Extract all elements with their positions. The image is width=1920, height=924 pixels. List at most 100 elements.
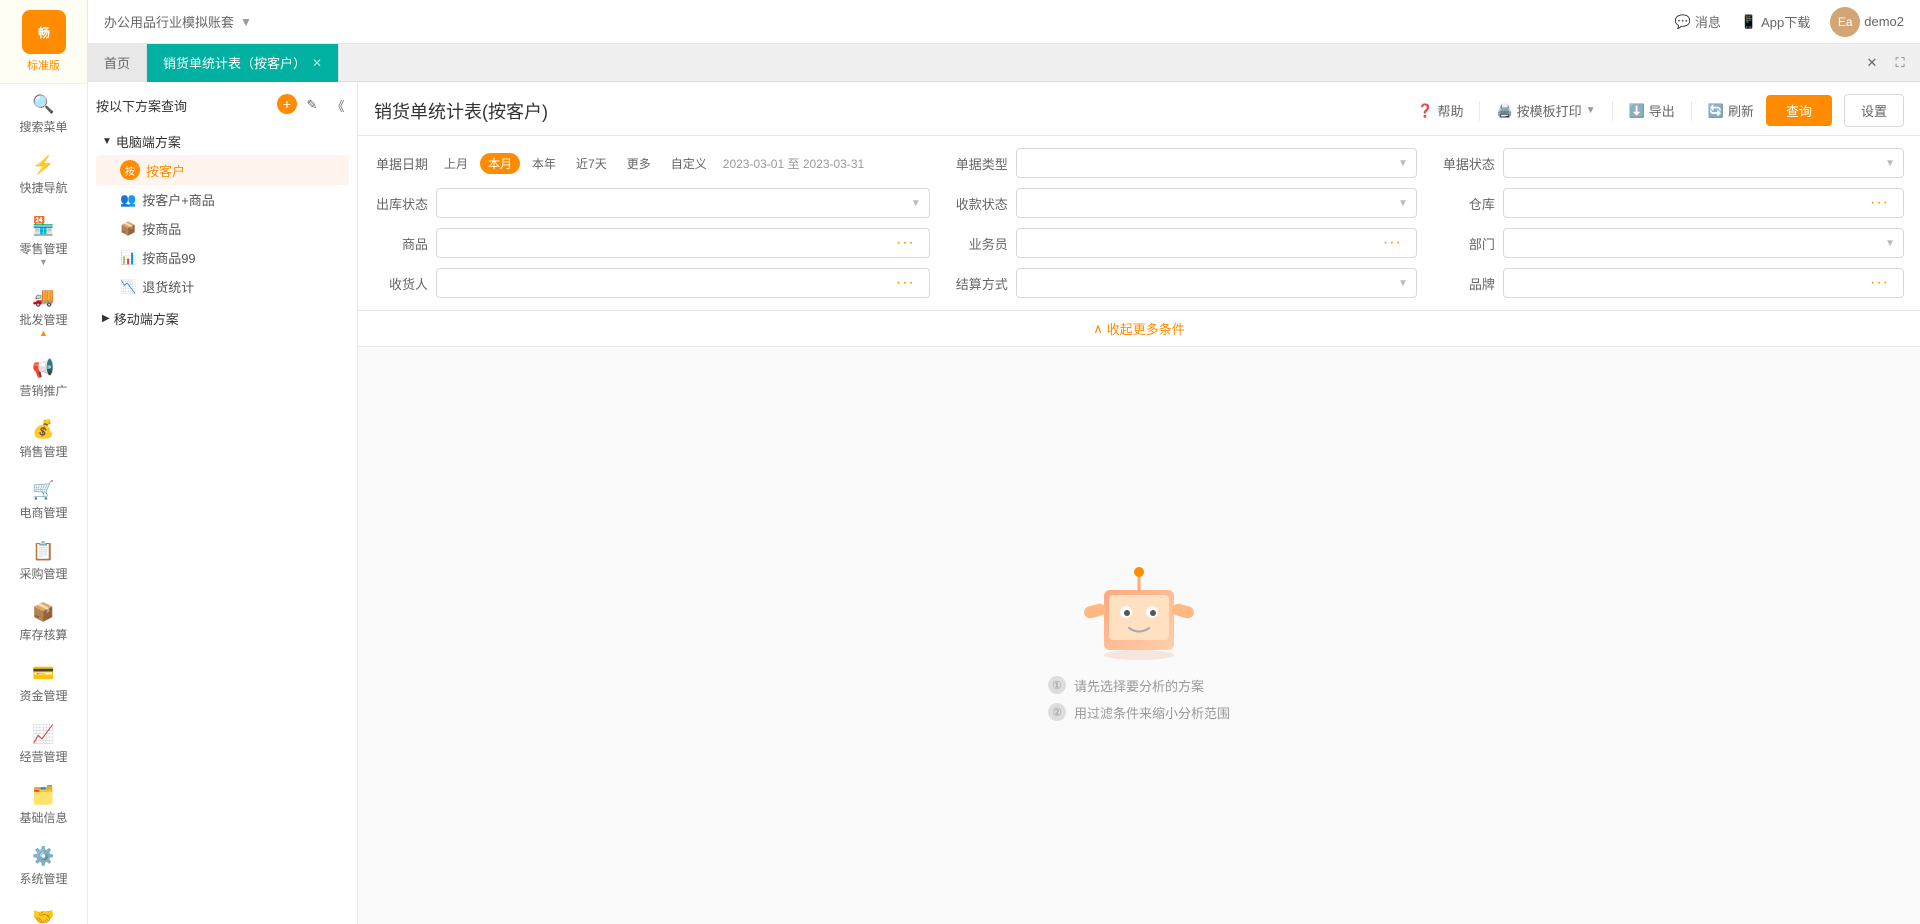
dropdown-arrow: ▼ xyxy=(240,15,252,29)
scheme-item-label: 退货统计 xyxy=(142,277,194,296)
collapse-more-bar[interactable]: ∧ 收起更多条件 xyxy=(358,311,1920,347)
salesman-label: 业务员 xyxy=(954,234,1008,253)
date-tab-this-month[interactable]: 本月 xyxy=(480,153,520,174)
sidebar-item-system[interactable]: ⚙️ 系统管理 xyxy=(0,836,87,897)
goods-dots[interactable]: ··· xyxy=(890,234,921,252)
tab-close-icon[interactable]: ✕ xyxy=(312,56,322,70)
order-type-arrow: ▼ xyxy=(1398,158,1408,169)
salesman-select[interactable]: ··· xyxy=(1016,228,1417,258)
settings-button[interactable]: 设置 xyxy=(1844,94,1904,127)
tab-close-button[interactable]: ✕ xyxy=(1860,51,1884,75)
retail-arrow: ▼ xyxy=(39,257,48,267)
sidebar-item-finance[interactable]: 💳 资金管理 xyxy=(0,653,87,714)
scheme-item-return-stats[interactable]: 📉 退货统计 xyxy=(96,272,349,301)
collect-status-select[interactable]: ▼ xyxy=(1016,188,1417,218)
sidebar-item-ecommerce[interactable]: 🛒 电商管理 xyxy=(0,470,87,531)
tab-home[interactable]: 首页 xyxy=(88,44,147,82)
brand-select[interactable]: ··· xyxy=(1503,268,1904,298)
filter-panel-actions: + ✎ 《 xyxy=(277,94,349,116)
print-arrow: ▼ xyxy=(1586,105,1596,116)
goods-select[interactable]: ··· xyxy=(436,228,930,258)
tab-sales-stats-label: 销货单统计表（按客户） xyxy=(163,53,306,72)
department-select[interactable]: ▼ xyxy=(1503,228,1904,258)
brand-filter-item: 品牌 ··· xyxy=(1441,268,1904,298)
search-icon: 🔍 xyxy=(32,94,54,115)
empty-hint-2: ② 用过滤条件来缩小分析范围 xyxy=(1048,703,1230,722)
top-header: 办公用品行业模拟账套 ▼ 💬 消息 📱 App下载 Ea demo2 xyxy=(88,0,1920,44)
quick-nav-icon: ⚡ xyxy=(32,155,54,176)
sidebar-item-marketing[interactable]: 📢 营销推广 xyxy=(0,348,87,409)
warehouse-dots[interactable]: ··· xyxy=(1864,194,1895,212)
date-tab-last-month[interactable]: 上月 xyxy=(436,153,476,174)
goods-icon: 📦 xyxy=(120,221,136,237)
goods-label: 商品 xyxy=(374,234,428,253)
refresh-button[interactable]: 🔄 刷新 xyxy=(1708,101,1754,120)
print-button[interactable]: 🖨️ 按模板打印 ▼ xyxy=(1496,101,1595,120)
scheme-group-mobile-title[interactable]: ▶ 移动端方案 xyxy=(96,305,349,332)
export-button[interactable]: ⬇️ 导出 xyxy=(1629,101,1675,120)
warehouse-select[interactable]: ··· xyxy=(1503,188,1904,218)
department-label: 部门 xyxy=(1441,234,1495,253)
order-status-select[interactable]: ▼ xyxy=(1503,148,1904,178)
date-filter-item: 单据日期 上月 本月 本年 近7天 更多 自定义 2023-03-01 至 20… xyxy=(374,153,930,174)
sidebar-item-sales[interactable]: 💰 销售管理 xyxy=(0,409,87,470)
settlement-select[interactable]: ▼ xyxy=(1016,268,1417,298)
page-header: 销货单统计表(按客户) ❓ 帮助 🖨️ 按模板打印 ▼ ⬇️ xyxy=(358,82,1920,136)
date-tab-more[interactable]: 更多 xyxy=(619,153,659,174)
sidebar-item-inventory[interactable]: 📦 库存核算 xyxy=(0,592,87,653)
sidebar-item-operation[interactable]: 📈 经营管理 xyxy=(0,714,87,775)
message-icon: 💬 xyxy=(1675,14,1691,30)
finance-icon: 💳 xyxy=(32,663,54,684)
app-logo: 畅 标准版 xyxy=(0,0,87,84)
scheme-item-by-goods99[interactable]: 📊 按商品99 xyxy=(96,243,349,272)
group-label-mobile: 移动端方案 xyxy=(114,309,179,328)
settlement-arrow: ▼ xyxy=(1398,278,1408,289)
industry-selector[interactable]: 办公用品行业模拟账套 ▼ xyxy=(104,12,252,31)
date-tab-7days[interactable]: 近7天 xyxy=(568,153,615,174)
divider2 xyxy=(1612,101,1613,121)
receiver-select[interactable]: ··· xyxy=(436,268,930,298)
sidebar-item-basic[interactable]: 🗂️ 基础信息 xyxy=(0,775,87,836)
scheme-group-desktop-title[interactable]: ▼ 电脑端方案 xyxy=(96,128,349,155)
scheme-item-by-goods[interactable]: 📦 按商品 xyxy=(96,214,349,243)
retail-icon: 🏪 xyxy=(32,216,54,237)
tab-expand-button[interactable]: ⛶ xyxy=(1888,51,1912,75)
svg-text:畅: 畅 xyxy=(37,25,49,40)
logo-text: 标准版 xyxy=(27,57,60,73)
tab-sales-stats[interactable]: 销货单统计表（按客户） ✕ xyxy=(147,44,339,82)
purchase-icon: 📋 xyxy=(32,541,54,562)
salesman-dots[interactable]: ··· xyxy=(1377,234,1408,252)
collapse-label: 收起更多条件 xyxy=(1107,319,1185,338)
hint-num-1: ① xyxy=(1048,676,1066,694)
empty-hint-1: ① 请先选择要分析的方案 xyxy=(1048,676,1204,695)
brand-dots[interactable]: ··· xyxy=(1864,274,1895,292)
sidebar-item-quick-nav[interactable]: ⚡ 快捷导航 xyxy=(0,145,87,206)
add-scheme-button[interactable]: + xyxy=(277,94,297,114)
expand-arrow-mobile: ▶ xyxy=(102,313,110,324)
enterprise-icon: 🤝 xyxy=(32,907,54,924)
scheme-item-by-customer-goods[interactable]: 👥 按客户+商品 xyxy=(96,185,349,214)
scheme-item-by-customer[interactable]: 按 按客户 xyxy=(96,155,349,185)
main-area: 办公用品行业模拟账套 ▼ 💬 消息 📱 App下载 Ea demo2 首页 xyxy=(88,0,1920,924)
receiver-dots[interactable]: ··· xyxy=(890,274,921,292)
date-tab-this-year[interactable]: 本年 xyxy=(524,153,564,174)
sidebar-item-search[interactable]: 🔍 搜索菜单 xyxy=(0,84,87,145)
collapse-panel-button[interactable]: 《 xyxy=(327,94,349,116)
sidebar-item-enterprise[interactable]: 🤝 企业协同 xyxy=(0,897,87,924)
order-type-select[interactable]: ▼ xyxy=(1016,148,1417,178)
help-button[interactable]: ❓ 帮助 xyxy=(1417,101,1463,120)
sidebar-item-retail[interactable]: 🏪 零售管理 ▼ xyxy=(0,206,87,277)
query-button[interactable]: 查询 xyxy=(1766,95,1832,126)
user-profile[interactable]: Ea demo2 xyxy=(1830,7,1904,37)
message-button[interactable]: 💬 消息 xyxy=(1675,12,1721,31)
date-label: 单据日期 xyxy=(374,154,428,173)
order-type-filter-item: 单据类型 ▼ xyxy=(954,148,1417,178)
app-download-button[interactable]: 📱 App下载 xyxy=(1741,12,1810,31)
edit-scheme-button[interactable]: ✎ xyxy=(301,94,323,116)
scheme-item-label: 按客户 xyxy=(146,161,185,180)
sidebar-item-wholesale[interactable]: 🚚 批发管理 ▲ xyxy=(0,277,87,348)
inventory-icon: 📦 xyxy=(32,602,54,623)
date-tab-custom[interactable]: 自定义 xyxy=(663,153,715,174)
out-status-select[interactable]: ▼ xyxy=(436,188,930,218)
sidebar-item-purchase[interactable]: 📋 采购管理 xyxy=(0,531,87,592)
